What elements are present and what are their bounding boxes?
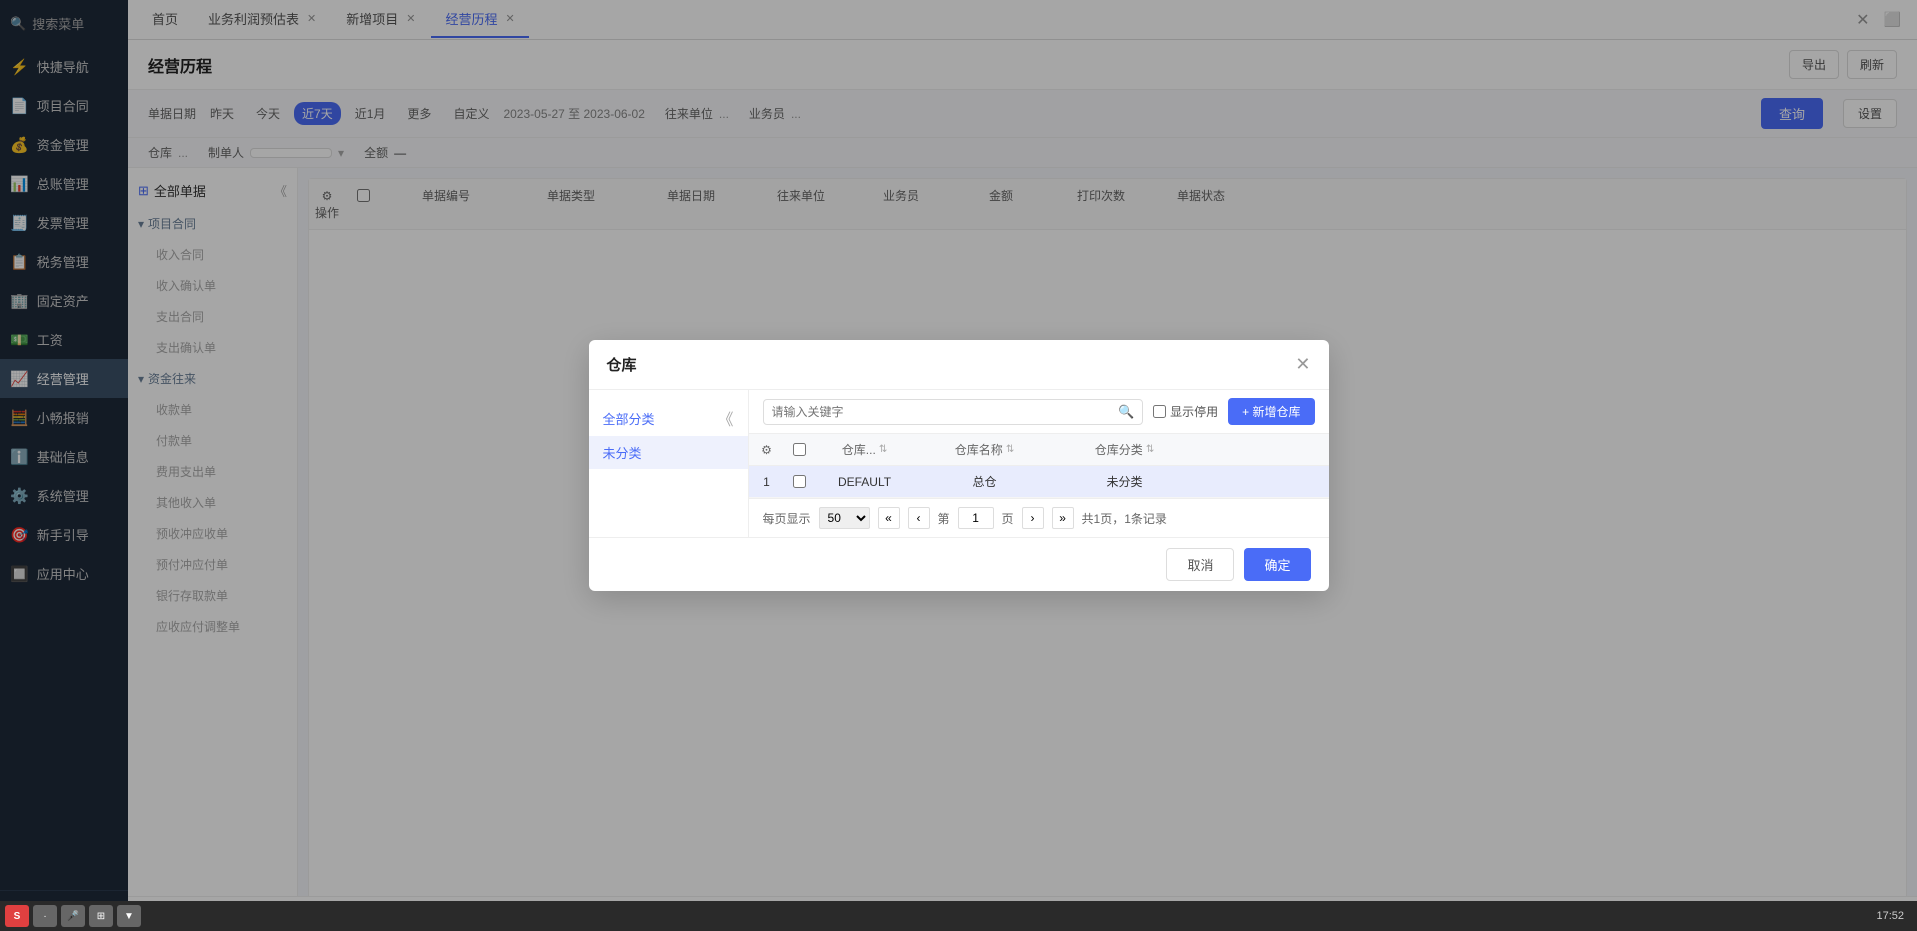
modal-select-all[interactable] xyxy=(793,443,806,456)
modal-per-page-label: 每页显示 xyxy=(763,510,811,527)
th-modal-name: 仓库名称 ⇅ xyxy=(915,441,1055,458)
th-modal-checkbox[interactable] xyxy=(785,441,815,458)
sort-name-icon[interactable]: ⇅ xyxy=(1006,444,1014,455)
modal-page-label: 第 xyxy=(938,510,950,527)
show-disabled-label[interactable]: 显示停用 xyxy=(1153,403,1218,420)
modal-sidebar-item-uncategorized[interactable]: 未分类 xyxy=(589,436,748,469)
modal-sidebar: 全部分类 《 未分类 xyxy=(589,390,749,537)
row-name-value: 总仓 xyxy=(972,473,996,490)
gear-icon: ⚙ xyxy=(761,443,772,457)
modal-sidebar-collapse-btn[interactable]: 《 xyxy=(717,406,733,430)
modal-category-label: 未分类 xyxy=(603,446,642,461)
taskbar-s-icon[interactable]: S xyxy=(5,905,29,927)
th-modal-settings[interactable]: ⚙ xyxy=(749,441,785,458)
modal-total-label: 共1页，1条记录 xyxy=(1082,510,1167,527)
modal-sidebar-header: 全部分类 《 xyxy=(589,400,748,436)
modal-page-input[interactable] xyxy=(958,507,994,529)
modal-next-page-btn[interactable]: › xyxy=(1022,507,1044,529)
modal-per-page-select[interactable]: 50 100 xyxy=(819,507,870,529)
row-code-value: DEFAULT xyxy=(838,475,891,489)
show-disabled-text: 显示停用 xyxy=(1170,403,1218,420)
modal-search-input[interactable] xyxy=(772,405,1113,419)
modal-content-area: 🔍 显示停用 + 新增仓库 ⚙ xyxy=(749,390,1329,537)
sort-category-icon[interactable]: ⇅ xyxy=(1146,444,1154,455)
modal-prev-page-btn[interactable]: ‹ xyxy=(908,507,930,529)
modal-last-page-btn[interactable]: » xyxy=(1052,507,1074,529)
th-category-label: 仓库分类 xyxy=(1095,441,1143,458)
row-name: 总仓 xyxy=(915,473,1055,490)
modal-table-scroll: 1 DEFAULT 总仓 未分类 xyxy=(749,466,1329,498)
row-code: DEFAULT xyxy=(815,473,915,490)
row-checkbox[interactable] xyxy=(785,473,815,490)
show-disabled-checkbox[interactable] xyxy=(1153,405,1166,418)
modal-footer-left: 每页显示 50 100 « ‹ 第 页 › » 共1页，1条记录 xyxy=(763,507,1167,529)
row-id: 1 xyxy=(749,473,785,490)
row-category: 未分类 xyxy=(1055,473,1195,490)
sort-code-icon[interactable]: ⇅ xyxy=(879,444,887,455)
th-name-label: 仓库名称 xyxy=(955,441,1003,458)
row-select-checkbox[interactable] xyxy=(793,475,806,488)
modal-all-category-label[interactable]: 全部分类 xyxy=(603,409,655,428)
taskbar: S · 🎤 ⊞ ▼ 17:52 xyxy=(0,901,1917,931)
modal-table-row[interactable]: 1 DEFAULT 总仓 未分类 xyxy=(749,466,1329,498)
modal-toolbar: 🔍 显示停用 + 新增仓库 xyxy=(749,390,1329,434)
taskbar-grid-icon[interactable]: ⊞ xyxy=(89,905,113,927)
modal-search-box[interactable]: 🔍 xyxy=(763,399,1144,425)
confirm-button[interactable]: 确定 xyxy=(1244,548,1310,581)
modal-page-suffix: 页 xyxy=(1002,510,1014,527)
system-time: 17:52 xyxy=(1868,910,1912,922)
modal-body: 全部分类 《 未分类 🔍 显示停用 xyxy=(589,390,1329,537)
add-warehouse-button[interactable]: + 新增仓库 xyxy=(1228,398,1314,425)
search-icon: 🔍 xyxy=(1118,404,1134,420)
modal-overlay: 仓库 ✕ 全部分类 《 未分类 🔍 xyxy=(0,0,1917,931)
row-category-value: 未分类 xyxy=(1106,473,1142,490)
modal-first-page-btn[interactable]: « xyxy=(878,507,900,529)
th-code-label: 仓库... xyxy=(842,441,876,458)
cancel-button[interactable]: 取消 xyxy=(1166,548,1234,581)
warehouse-modal: 仓库 ✕ 全部分类 《 未分类 🔍 xyxy=(589,340,1329,591)
modal-footer: 每页显示 50 100 « ‹ 第 页 › » 共1页，1条记录 xyxy=(749,498,1329,537)
modal-table-header: ⚙ 仓库... ⇅ 仓库名称 ⇅ 仓库分类 ⇅ xyxy=(749,434,1329,466)
modal-header: 仓库 ✕ xyxy=(589,340,1329,390)
taskbar-mic-icon[interactable]: 🎤 xyxy=(61,905,85,927)
row-id-value: 1 xyxy=(763,475,770,489)
th-modal-code: 仓库... ⇅ xyxy=(815,441,915,458)
taskbar-dot-icon[interactable]: · xyxy=(33,905,57,927)
th-modal-category: 仓库分类 ⇅ xyxy=(1055,441,1195,458)
taskbar-filter-icon[interactable]: ▼ xyxy=(117,905,141,927)
modal-actions: 取消 确定 xyxy=(589,537,1329,591)
modal-close-button[interactable]: ✕ xyxy=(1295,354,1310,375)
modal-title: 仓库 xyxy=(607,354,637,375)
